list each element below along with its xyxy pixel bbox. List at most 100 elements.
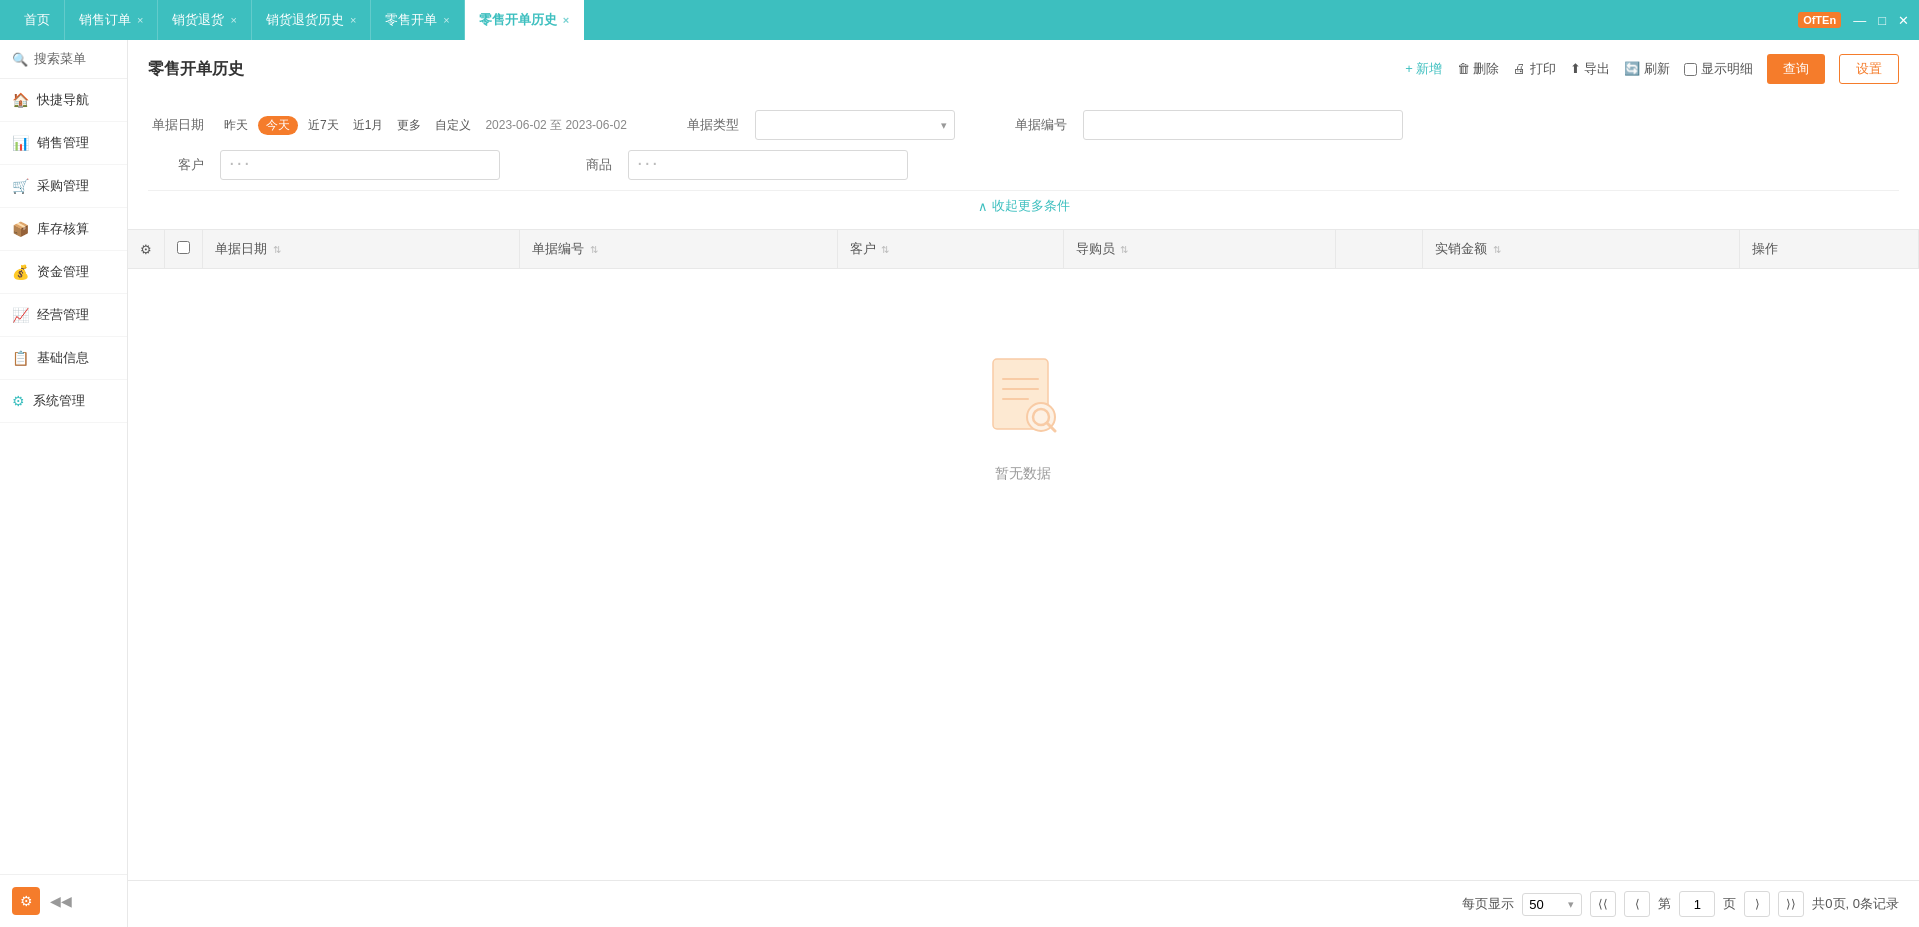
th-customer[interactable]: 客户 ⇅ xyxy=(837,230,1063,269)
tab-return-close[interactable]: × xyxy=(230,14,236,26)
window-maximize[interactable]: □ xyxy=(1878,13,1886,28)
show-detail-input[interactable] xyxy=(1684,63,1697,76)
date-today[interactable]: 今天 xyxy=(258,116,298,135)
sidebar-item-label: 库存核算 xyxy=(37,220,89,238)
settings-gear-button[interactable]: ⚙ xyxy=(12,887,40,915)
refresh-button[interactable]: 🔄 刷新 xyxy=(1624,60,1670,78)
tab-retail-history-label: 零售开单历史 xyxy=(479,11,557,29)
th-amount[interactable]: 实销金额 ⇅ xyxy=(1423,230,1740,269)
query-button[interactable]: 查询 xyxy=(1767,54,1825,84)
table-header-row: ⚙ 单据日期 ⇅ 单据编号 ⇅ 客户 ⇅ xyxy=(128,230,1919,269)
th-checkbox[interactable] xyxy=(165,230,203,269)
sidebar-collapse-button[interactable]: ◀◀ xyxy=(50,893,72,909)
window-close[interactable]: ✕ xyxy=(1898,13,1909,28)
page-size-select[interactable]: 10 20 50 100 xyxy=(1522,893,1582,916)
print-button[interactable]: 🖨 打印 xyxy=(1513,60,1556,78)
collapse-icon: ∧ xyxy=(978,199,988,214)
purchase-icon: 🛒 xyxy=(12,178,29,194)
date-1month[interactable]: 近1月 xyxy=(349,116,388,135)
page-header: 零售开单历史 + 新增 🗑 删除 🖨 打印 ⬆ 导出 🔄 刷新 显示明细 查询 … xyxy=(128,40,1919,230)
th-spacer xyxy=(1335,230,1423,269)
add-button[interactable]: + 新增 xyxy=(1405,60,1442,78)
sidebar-bottom: ⚙ ◀◀ xyxy=(0,874,127,927)
show-detail-checkbox[interactable]: 显示明细 xyxy=(1684,60,1753,78)
sidebar-item-label: 资金管理 xyxy=(37,263,89,281)
table-head: ⚙ 单据日期 ⇅ 单据编号 ⇅ 客户 ⇅ xyxy=(128,230,1919,269)
page-number-input[interactable] xyxy=(1679,891,1715,917)
sidebar-item-sales[interactable]: 📊 销售管理 xyxy=(0,122,127,165)
customer-input[interactable]: ··· xyxy=(220,150,500,180)
show-detail-label: 显示明细 xyxy=(1701,60,1753,78)
th-salesperson-label: 导购员 xyxy=(1076,241,1115,256)
home-icon: 🏠 xyxy=(12,92,29,108)
prev-page-button[interactable]: ⟨ xyxy=(1624,891,1650,917)
tab-sales-order[interactable]: 销售订单 × xyxy=(65,0,158,40)
tab-return-history[interactable]: 销货退货历史 × xyxy=(252,0,371,40)
window-minimize[interactable]: — xyxy=(1853,13,1866,28)
date-yesterday[interactable]: 昨天 xyxy=(220,116,252,135)
sidebar-item-inventory[interactable]: 📦 库存核算 xyxy=(0,208,127,251)
tab-retail-history-close[interactable]: × xyxy=(563,14,569,26)
th-customer-label: 客户 xyxy=(850,241,876,256)
table-body: 暂无数据 xyxy=(128,269,1919,564)
sidebar-item-operation[interactable]: 📈 经营管理 xyxy=(0,294,127,337)
tab-retail-close[interactable]: × xyxy=(443,14,449,26)
sidebar-item-basic[interactable]: 📋 基础信息 xyxy=(0,337,127,380)
type-filter-label: 单据类型 xyxy=(683,116,739,134)
goods-filter-label: 商品 xyxy=(556,156,612,174)
th-number[interactable]: 单据编号 ⇅ xyxy=(520,230,837,269)
sales-icon: 📊 xyxy=(12,135,29,151)
empty-illustration xyxy=(973,349,1073,449)
tab-return-history-label: 销货退货历史 xyxy=(266,11,344,29)
page-title: 零售开单历史 xyxy=(148,59,244,80)
tab-home[interactable]: 首页 xyxy=(10,0,65,40)
settings-button[interactable]: 设置 xyxy=(1839,54,1899,84)
basic-icon: 📋 xyxy=(12,350,29,366)
tab-sales-order-label: 销售订单 xyxy=(79,11,131,29)
last-page-button[interactable]: ⟩⟩ xyxy=(1778,891,1804,917)
select-all-checkbox[interactable] xyxy=(177,241,190,254)
sidebar: 🔍 搜索菜单 🏠 快捷导航 📊 销售管理 🛒 采购管理 📦 库存核算 💰 资金管… xyxy=(0,40,128,927)
date-7days[interactable]: 近7天 xyxy=(304,116,343,135)
sidebar-item-label: 经营管理 xyxy=(37,306,89,324)
number-input[interactable] xyxy=(1083,110,1403,140)
type-select[interactable] xyxy=(755,110,955,140)
sidebar-item-label: 系统管理 xyxy=(33,392,85,410)
number-filter-label: 单据编号 xyxy=(1011,116,1067,134)
tab-retail-history[interactable]: 零售开单历史 × xyxy=(465,0,584,40)
th-date[interactable]: 单据日期 ⇅ xyxy=(203,230,520,269)
sidebar-search[interactable]: 🔍 搜索菜单 xyxy=(0,40,127,79)
sidebar-item-finance[interactable]: 💰 资金管理 xyxy=(0,251,127,294)
date-custom[interactable]: 自定义 xyxy=(431,116,475,135)
collapse-link[interactable]: ∧ 收起更多条件 xyxy=(148,190,1899,221)
customer-filter-label: 客户 xyxy=(148,156,204,174)
goods-input[interactable]: ··· xyxy=(628,150,908,180)
date-more[interactable]: 更多 xyxy=(393,116,425,135)
inventory-icon: 📦 xyxy=(12,221,29,237)
tab-return-history-close[interactable]: × xyxy=(350,14,356,26)
th-settings[interactable]: ⚙ xyxy=(128,230,165,269)
tab-retail[interactable]: 零售开单 × xyxy=(371,0,464,40)
next-page-button[interactable]: ⟩ xyxy=(1744,891,1770,917)
empty-text: 暂无数据 xyxy=(995,465,1051,483)
date-range-display: 2023-06-02 至 2023-06-02 xyxy=(485,117,626,134)
tab-return[interactable]: 销货退货 × xyxy=(158,0,251,40)
tab-sales-order-close[interactable]: × xyxy=(137,14,143,26)
sidebar-item-label: 基础信息 xyxy=(37,349,89,367)
th-salesperson[interactable]: 导购员 ⇅ xyxy=(1063,230,1335,269)
first-page-button[interactable]: ⟨⟨ xyxy=(1590,891,1616,917)
toolbar: + 新增 🗑 删除 🖨 打印 ⬆ 导出 🔄 刷新 显示明细 查询 设置 xyxy=(1405,54,1899,84)
sidebar-item-system[interactable]: ⚙ 系统管理 xyxy=(0,380,127,423)
th-number-label: 单据编号 xyxy=(532,241,584,256)
tab-home-label: 首页 xyxy=(24,11,50,29)
date-quick-group: 昨天 今天 近7天 近1月 更多 自定义 2023-06-02 至 2023-0… xyxy=(220,116,627,135)
table-container: ⚙ 单据日期 ⇅ 单据编号 ⇅ 客户 ⇅ xyxy=(128,230,1919,880)
export-button[interactable]: ⬆ 导出 xyxy=(1570,60,1611,78)
sidebar-item-quick-nav[interactable]: 🏠 快捷导航 xyxy=(0,79,127,122)
collapse-text: 收起更多条件 xyxy=(992,197,1070,215)
goods-dots: ··· xyxy=(637,151,660,174)
sidebar-item-purchase[interactable]: 🛒 采购管理 xyxy=(0,165,127,208)
customer-sort-icon: ⇅ xyxy=(881,244,889,255)
delete-button[interactable]: 🗑 删除 xyxy=(1457,60,1500,78)
total-text: 共0页, 0条记录 xyxy=(1812,895,1899,913)
